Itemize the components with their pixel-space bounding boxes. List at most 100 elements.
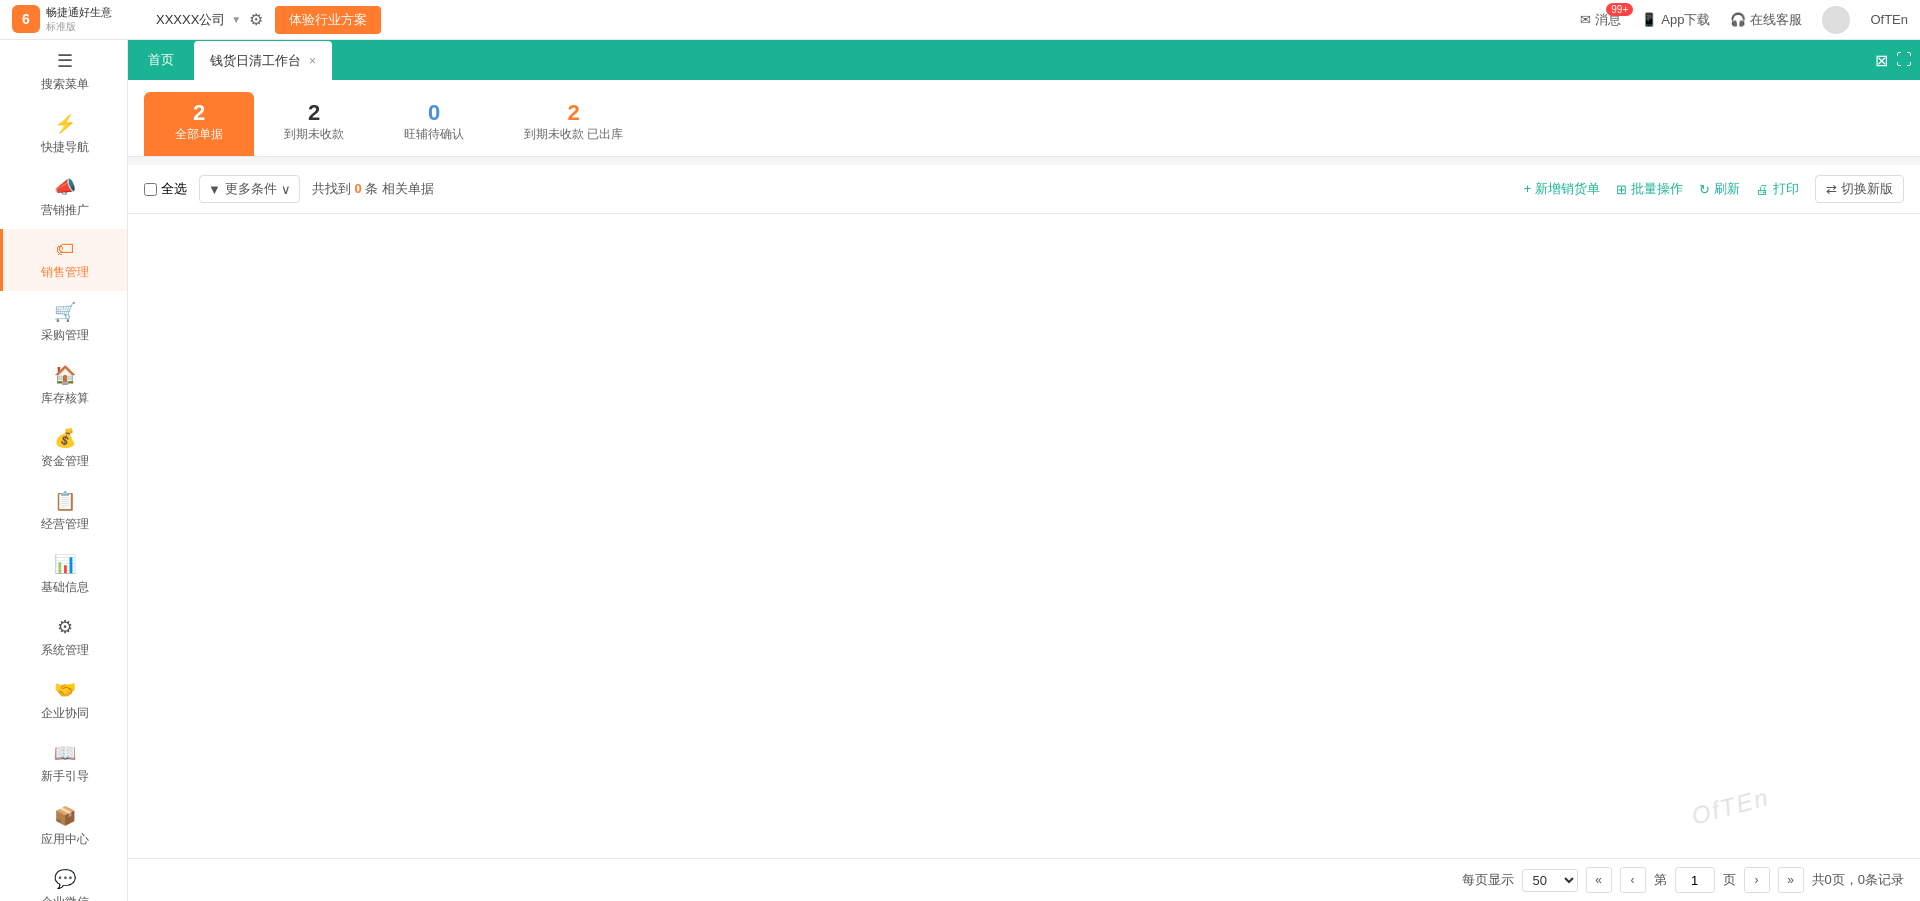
prev-page-button[interactable]: ‹ (1620, 867, 1646, 893)
sidebar-item-guide[interactable]: 📖 新手引导 (0, 732, 127, 795)
filter-chevron: ∨ (281, 182, 291, 197)
sidebar-item-cooperation[interactable]: 🤝 企业协同 (0, 669, 127, 732)
sidebar-item-operations[interactable]: 📋 经营管理 (0, 480, 127, 543)
system-icon: ⚙ (57, 616, 73, 638)
first-page-button[interactable]: « (1586, 867, 1612, 893)
sidebar-label-guide: 新手引导 (41, 768, 89, 785)
logo-text-block: 畅捷通好生意 标准版 (46, 5, 112, 33)
batch-icon: ⊞ (1616, 182, 1627, 197)
sidebar-item-quick-nav[interactable]: ⚡ 快捷导航 (0, 103, 127, 166)
found-text: 共找到 0 条 相关单据 (312, 180, 434, 198)
sidebar-item-finance[interactable]: 💰 资金管理 (0, 417, 127, 480)
empty-list-area (128, 214, 1920, 858)
filter-icon: ▼ (208, 182, 221, 197)
sidebar-label-basic-info: 基础信息 (41, 579, 89, 596)
sidebar-label-quick-nav: 快捷导航 (41, 139, 89, 156)
sidebar-label-cooperation: 企业协同 (41, 705, 89, 722)
sidebar-item-marketing[interactable]: 📣 营销推广 (0, 166, 127, 229)
company-name: XXXXX公司 (156, 11, 225, 29)
message-badge: 99+ (1606, 3, 1633, 16)
found-count: 0 (355, 181, 362, 196)
switch-version-button[interactable]: ⇄ 切换新版 (1815, 175, 1904, 203)
stat-label-all: 全部单据 (175, 126, 223, 143)
sidebar: ☰ 搜索菜单 ⚡ 快捷导航 📣 营销推广 🏷 销售管理 🛒 采购管理 🏠 库存核… (0, 40, 128, 901)
stat-number-overdue: 2 (308, 100, 320, 126)
finance-icon: 💰 (54, 427, 76, 449)
select-all-input[interactable] (144, 183, 157, 196)
message-button[interactable]: ✉ 消息 99+ (1580, 11, 1621, 29)
stat-tab-all[interactable]: 2 全部单据 (144, 92, 254, 156)
sidebar-item-app-center[interactable]: 📦 应用中心 (0, 795, 127, 858)
total-records-label: 共0页，0条记录 (1812, 871, 1904, 889)
sidebar-item-system[interactable]: ⚙ 系统管理 (0, 606, 127, 669)
sales-icon: 🏷 (56, 239, 74, 260)
company-selector[interactable]: XXXXX公司 ▼ (156, 11, 241, 29)
stat-tab-shipped[interactable]: 2 到期未收款 已出库 (494, 92, 653, 156)
print-label: 打印 (1773, 180, 1799, 198)
trial-button[interactable]: 体验行业方案 (275, 6, 381, 34)
purchase-icon: 🛒 (54, 301, 76, 323)
tab-qianhuo[interactable]: 钱货日清工作台 × (194, 41, 332, 81)
logo-area: 6 畅捷通好生意 标准版 (12, 5, 140, 33)
tab-close-icon[interactable]: × (309, 54, 316, 68)
sidebar-item-sales[interactable]: 🏷 销售管理 (0, 229, 127, 291)
settings-icon[interactable]: ⚙ (249, 10, 263, 29)
chevron-down-icon: ▼ (231, 14, 241, 25)
toolbar: 全选 ▼ 更多条件 ∨ 共找到 0 条 相关单据 + 新增销货单 ⊞ (128, 165, 1920, 214)
sidebar-label-app-center: 应用中心 (41, 831, 89, 848)
avatar[interactable] (1822, 6, 1850, 34)
print-icon: 🖨 (1756, 182, 1769, 197)
top-bar: 6 畅捷通好生意 标准版 XXXXX公司 ▼ ⚙ 体验行业方案 ✉ 消息 99+… (0, 0, 1920, 40)
stat-label-overdue: 到期未收款 (284, 126, 344, 143)
batch-label: 批量操作 (1631, 180, 1683, 198)
stat-tab-pending[interactable]: 0 旺辅待确认 (374, 92, 494, 156)
sidebar-label-wechat: 企业微信 (41, 894, 89, 901)
guide-icon: 📖 (54, 742, 76, 764)
last-page-button[interactable]: » (1778, 867, 1804, 893)
sidebar-item-basic-info[interactable]: 📊 基础信息 (0, 543, 127, 606)
sidebar-item-search-menu[interactable]: ☰ 搜索菜单 (0, 40, 127, 103)
refresh-label: 刷新 (1714, 180, 1740, 198)
app-download-button[interactable]: 📱 App下载 (1641, 11, 1710, 29)
sidebar-label-sales: 销售管理 (41, 264, 89, 281)
stats-tabs: 2 全部单据 2 到期未收款 0 旺辅待确认 2 到期未收款 已出库 (128, 80, 1920, 157)
per-page-select[interactable]: 50 100 200 (1522, 869, 1578, 892)
stat-label-pending: 旺辅待确认 (404, 126, 464, 143)
stat-number-shipped: 2 (568, 100, 580, 126)
logo-tag: 标准版 (46, 20, 112, 34)
sidebar-label-system: 系统管理 (41, 642, 89, 659)
online-service-button[interactable]: 🎧 在线客服 (1730, 11, 1802, 29)
tab-home[interactable]: 首页 (128, 40, 194, 80)
sidebar-label-marketing: 营销推广 (41, 202, 89, 219)
sidebar-label-inventory: 库存核算 (41, 390, 89, 407)
marketing-icon: 📣 (54, 176, 76, 198)
main-layout: ☰ 搜索菜单 ⚡ 快捷导航 📣 营销推广 🏷 销售管理 🛒 采购管理 🏠 库存核… (0, 40, 1920, 901)
basic-info-icon: 📊 (54, 553, 76, 575)
select-all-label: 全选 (161, 180, 187, 198)
operations-icon: 📋 (54, 490, 76, 512)
app-download-label: App下载 (1661, 11, 1710, 29)
pagination-bar: 每页显示 50 100 200 « ‹ 第 页 › » 共0页，0条记录 (128, 858, 1920, 901)
tab-bar-right: ⊠ ⛶ (1875, 51, 1920, 70)
select-all-checkbox[interactable]: 全选 (144, 180, 187, 198)
top-right-area: ✉ 消息 99+ 📱 App下载 🎧 在线客服 OfTEn (1580, 6, 1908, 34)
service-icon: 🎧 (1730, 12, 1746, 27)
batch-operation-button[interactable]: ⊞ 批量操作 (1616, 180, 1683, 198)
refresh-button[interactable]: ↻ 刷新 (1699, 180, 1740, 198)
stat-tab-overdue[interactable]: 2 到期未收款 (254, 92, 374, 156)
sidebar-item-purchase[interactable]: 🛒 采购管理 (0, 291, 127, 354)
sidebar-label-search-menu: 搜索菜单 (41, 76, 89, 93)
tab-fullscreen-icon[interactable]: ⛶ (1896, 51, 1912, 69)
sidebar-item-wechat[interactable]: 💬 企业微信 (0, 858, 127, 901)
tab-expand-icon[interactable]: ⊠ (1875, 51, 1888, 70)
search-menu-icon: ☰ (57, 50, 73, 72)
filter-button[interactable]: ▼ 更多条件 ∨ (199, 175, 300, 203)
add-sale-order-button[interactable]: + 新增销货单 (1524, 180, 1600, 198)
print-button[interactable]: 🖨 打印 (1756, 180, 1799, 198)
next-page-button[interactable]: › (1744, 867, 1770, 893)
cooperation-icon: 🤝 (54, 679, 76, 701)
page-number-input[interactable] (1675, 867, 1715, 893)
stat-label-shipped: 到期未收款 已出库 (524, 126, 623, 143)
switch-icon: ⇄ (1826, 182, 1837, 197)
sidebar-item-inventory[interactable]: 🏠 库存核算 (0, 354, 127, 417)
